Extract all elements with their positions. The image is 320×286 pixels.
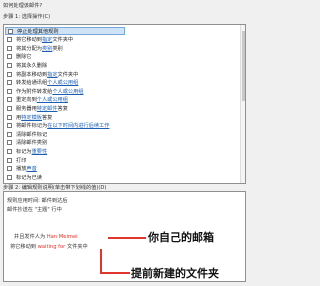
action-item[interactable]: 将其分配为 类别 类别 (7, 44, 63, 52)
action-checkbox[interactable] (7, 140, 12, 146)
action-checkbox[interactable] (7, 97, 12, 103)
action-label: 将其永久删除 (16, 62, 48, 69)
action-item[interactable]: 标记为已读 (7, 173, 42, 181)
sender-value-link[interactable]: Han Meimei (47, 234, 78, 240)
action-checkbox[interactable] (7, 166, 12, 172)
action-checkbox[interactable] (7, 123, 12, 129)
action-item[interactable]: 清除邮件标记 (7, 130, 47, 138)
action-value-link[interactable]: 个人或公用组 (47, 79, 78, 86)
action-checkbox[interactable] (7, 71, 12, 77)
action-value-link[interactable]: 特定模板 (21, 114, 42, 121)
action-label: 删除它 (16, 54, 32, 61)
dialog-question: 如何处理该邮件? (3, 3, 43, 9)
action-label: 停止处理其他规则 (17, 28, 59, 35)
action-label-suffix: 类别 (52, 45, 63, 52)
scroll-thumb[interactable] (242, 31, 245, 101)
action-item[interactable]: 清除邮件类别 (7, 139, 47, 147)
action-checkbox[interactable] (7, 88, 12, 94)
annotation-new-folder: 提前新建的文件夹 (131, 267, 219, 280)
annotation-arrow-top (108, 237, 146, 239)
action-checkbox[interactable] (7, 45, 12, 51)
action-checkbox[interactable] (7, 105, 12, 111)
action-item[interactable]: 删除它 (7, 53, 32, 61)
actions-scrollbar[interactable] (240, 25, 245, 183)
step2-label: 步骤 2: 编辑规则说明(单击带下划线的值)(D) (3, 185, 107, 191)
action-value-link[interactable]: 指定 (42, 36, 52, 43)
action-item[interactable]: 将它移动到 指定 文件夹中 (7, 36, 73, 44)
action-value-link[interactable]: 特定邮件 (37, 105, 58, 112)
action-checkbox[interactable] (7, 131, 12, 137)
action-value-link[interactable]: 重要性 (32, 148, 48, 155)
annotation-arrow-bottom (100, 272, 130, 274)
action-label: 播放 (16, 166, 27, 173)
action-checkbox[interactable] (7, 174, 12, 180)
action-item[interactable]: 播放 声音 (7, 165, 37, 173)
action-label: 将其分配为 (16, 45, 42, 52)
step1-label: 步骤 1: 选择操作(C) (3, 14, 51, 20)
action-value-link[interactable]: 个人或公用组 (52, 88, 83, 95)
action-label: 打印 (16, 157, 27, 164)
action-checkbox[interactable] (7, 62, 12, 68)
action-label: 作为附件转发给 (16, 88, 53, 95)
desc-line-3-text: 并且发件人为 (14, 234, 47, 240)
action-item[interactable]: 服务器用 特定邮件 答复 (7, 104, 68, 112)
action-value-link[interactable]: 在以下时间内进行后续工作 (47, 122, 109, 129)
action-checkbox[interactable] (7, 54, 12, 60)
desc-line-4-suffix: 文件夹中 (65, 244, 88, 250)
action-item[interactable]: 转发给通讯组 个人或公用组 (7, 79, 78, 87)
action-label: 清除邮件类别 (16, 140, 48, 147)
action-label-suffix: 答复 (41, 114, 53, 121)
action-item[interactable]: 停止处理其他规则 (5, 27, 125, 35)
action-checkbox[interactable] (7, 37, 12, 43)
action-value-link[interactable]: 声音 (26, 165, 36, 172)
action-value-link[interactable]: 个人或公用组 (37, 96, 68, 103)
desc-line-3: 并且发件人为 Han Meimei (14, 233, 78, 240)
action-label: 将它移动到 (16, 37, 42, 44)
desc-line-4-text: 将它移动到 (10, 244, 38, 250)
action-label: 服务器用 (16, 105, 37, 112)
action-item[interactable]: 打印 (7, 156, 26, 164)
actions-list[interactable]: 停止处理其他规则 将它移动到 指定 文件夹中 将其分配为 类别 类别 删除它 将其永久删除 将副… (3, 24, 246, 184)
action-label: 清除邮件标记 (16, 131, 48, 138)
action-label: 标记为 (16, 148, 32, 155)
action-checkbox[interactable] (7, 114, 12, 120)
desc-line-2: 邮件抄送在 "主题" 行中 (7, 207, 62, 213)
action-checkbox[interactable] (8, 28, 13, 34)
action-item[interactable]: 用 特定模板 答复 (7, 113, 52, 121)
annotation-own-mailbox: 你自己的邮箱 (148, 231, 214, 244)
action-label-suffix: 文件夹中 (52, 37, 74, 44)
action-item[interactable]: 标记为 重要性 (7, 147, 47, 155)
action-label: 将邮件标记为 (16, 123, 48, 130)
action-label: 将副本移动到 (16, 71, 48, 78)
action-item[interactable]: 将副本移动到 指定 文件夹中 (7, 70, 78, 78)
action-checkbox[interactable] (7, 80, 12, 86)
action-value-link[interactable]: 指定 (47, 71, 57, 78)
action-label: 转发给通讯组 (16, 80, 48, 87)
action-value-link[interactable]: 类别 (42, 45, 52, 52)
action-item[interactable]: 将其永久删除 (7, 61, 47, 69)
action-label-suffix: 答复 (57, 105, 68, 112)
desc-line-4: 将它移动到 waiting for 文件夹中 (10, 243, 88, 250)
action-label: 重定向到 (16, 97, 37, 104)
desc-line-1: 规则应用时间: 邮件到达后 (7, 198, 68, 204)
annotation-arrow-bottom-stem (100, 249, 102, 273)
action-item[interactable]: 将邮件标记为 在以下时间内进行后续工作 (7, 122, 109, 130)
action-label: 标记为已读 (16, 174, 42, 181)
action-item[interactable]: 作为附件转发给 个人或公用组 (7, 87, 83, 95)
action-item[interactable]: 重定向到 个人或公用组 (7, 96, 68, 104)
action-label-suffix: 文件夹中 (57, 71, 79, 78)
action-checkbox[interactable] (7, 148, 12, 154)
action-checkbox[interactable] (7, 157, 12, 163)
folder-value-link[interactable]: waiting for (38, 244, 66, 250)
